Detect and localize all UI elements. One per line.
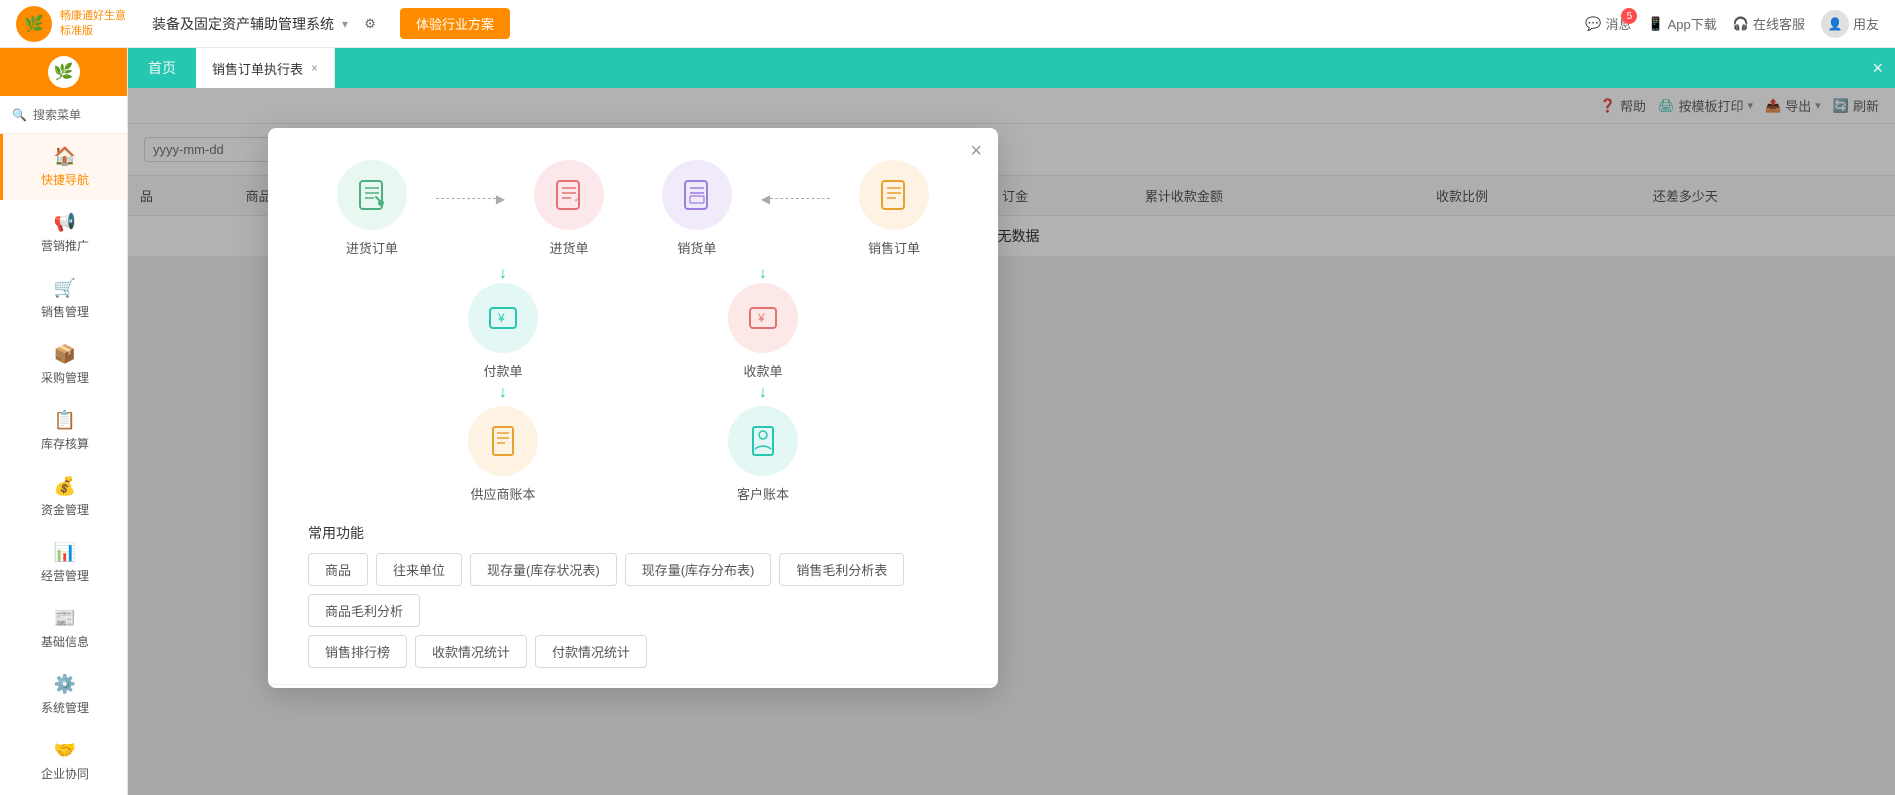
sidebar-item-purchase[interactable]: 📦 采购管理 [0,332,127,398]
inventory-icon: 📋 [54,410,76,431]
svg-text:¥: ¥ [757,311,765,325]
svg-text:✓: ✓ [574,195,581,204]
sidebar-nav: 🏠 快捷导航 📢 营销推广 🛒 销售管理 📦 采购管理 📋 库存核 [0,134,127,795]
tab-close-icon[interactable]: × [311,61,318,75]
btn-inventory-status[interactable]: 现存量(库存状况表) [470,553,617,586]
message-action[interactable]: 💬 消息 5 [1585,14,1631,33]
common-functions-title: 常用功能 [308,523,958,543]
customer-ledger-label: 客户账本 [737,484,789,503]
sidebar-item-inventory[interactable]: 📋 库存核算 [0,398,127,464]
marketing-icon: 📢 [54,212,76,233]
purchase-icon: 📦 [54,344,76,365]
btn-sales-profit-analysis[interactable]: 销售毛利分析表 [779,553,904,586]
sidebar-item-quick-nav[interactable]: 🏠 快捷导航 [0,134,127,200]
user-action[interactable]: 👤 用友 [1821,10,1879,38]
common-buttons-row2: 销售排行榜 收款情况统计 付款情况统计 [308,635,958,668]
system-name: 装备及固定资产辅助管理系统 [152,14,334,34]
app-download-action[interactable]: 📱 App下载 [1647,14,1716,33]
common-buttons-row1: 商品 往来单位 现存量(库存状况表) 现存量(库存分布表) 销售毛利分析表 商品… [308,553,958,627]
btn-product[interactable]: 商品 [308,553,368,586]
flow-row-1: 进货订单 ▶ ✓ [308,160,958,257]
purchase-bill-circle: ✓ [534,160,604,230]
finance-icon: 💰 [54,476,76,497]
service-icon: 🎧 [1733,16,1749,32]
sales-order-circle [859,160,929,230]
sidebar-item-sales[interactable]: 🛒 销售管理 [0,266,127,332]
tab-sales-order[interactable]: 销售订单执行表 × [196,48,335,88]
window-close-button[interactable]: × [1872,58,1883,79]
collab-icon: 🤝 [54,740,76,761]
btn-inventory-dist[interactable]: 现存量(库存分布表) [625,553,772,586]
system-icon: ⚙️ [54,674,76,695]
tab-home[interactable]: 首页 [128,48,196,88]
sidebar-header: 🌿 [0,48,127,96]
btn-partner[interactable]: 往来单位 [376,553,462,586]
sales-icon: 🛒 [54,278,76,299]
message-badge: 5 [1621,8,1637,24]
modal-close-button[interactable]: × [970,140,982,163]
customer-ledger-circle [728,406,798,476]
sidebar-item-system[interactable]: ⚙️ 系统管理 [0,662,127,728]
app-logo-text: 畅康通好生意 标准版 [60,9,126,38]
sidebar-item-finance[interactable]: 💰 资金管理 [0,464,127,530]
sales-bill-label: 销货单 [677,238,716,257]
receipt-bill-label: 收款单 [743,361,782,380]
experience-button[interactable]: 体验行业方案 [400,8,510,39]
purchase-order-label: 进货订单 [346,238,398,257]
common-functions-section: 常用功能 商品 往来单位 现存量(库存状况表) 现存量(库存分布表) 销售毛利分… [268,523,998,684]
sales-bill-circle [662,160,732,230]
supplier-ledger-circle [468,406,538,476]
btn-product-profit-analysis[interactable]: 商品毛利分析 [308,594,420,627]
online-service-action[interactable]: 🎧 在线客服 [1733,14,1805,33]
flow-node-purchase-bill[interactable]: ✓ 进货单 [505,160,633,257]
supplier-ledger-label: 供应商账本 [470,484,535,503]
payment-bill-circle: ¥ [468,283,538,353]
system-dropdown-icon[interactable]: ▾ [342,17,348,31]
sidebar-item-marketing[interactable]: 📢 营销推广 [0,200,127,266]
app-logo-icon: 🌿 [16,6,52,42]
btn-payment-stats[interactable]: 付款情况统计 [535,635,647,668]
search-icon: 🔍 [12,108,27,122]
payment-bill-label: 付款单 [483,361,522,380]
home-icon: 🏠 [54,146,76,167]
receipt-bill-circle: ¥ [728,283,798,353]
flow-node-sales-order[interactable]: 销售订单 [830,160,958,257]
flow-node-sales-bill[interactable]: 销货单 [633,160,761,257]
purchase-bill-label: 进货单 [550,238,589,257]
operations-icon: 📊 [54,542,76,563]
basic-info-icon: 📰 [54,608,76,629]
modal-scrollbar: ◀ ▶ [268,684,998,688]
download-icon: 📱 [1647,16,1663,32]
user-avatar: 👤 [1821,10,1849,38]
search-menu-item[interactable]: 🔍 搜索菜单 [0,96,127,134]
message-icon: 💬 [1585,16,1601,32]
btn-sales-ranking[interactable]: 销售排行榜 [308,635,407,668]
page-content: ❓ 帮助 🖨 按模板打印 ▾ 📤 导出 ▾ 🔄 [128,88,1895,795]
sidebar-item-basic-info[interactable]: 📰 基础信息 [0,596,127,662]
modal-box: × 进货订单 [268,128,998,688]
sidebar-item-collab[interactable]: 🤝 企业协同 [0,728,127,794]
flow-section: 进货订单 ▶ ✓ [268,128,998,523]
flow-node-purchase-order[interactable]: 进货订单 [308,160,436,257]
svg-text:¥: ¥ [497,311,505,325]
sidebar-item-operations[interactable]: 📊 经营管理 [0,530,127,596]
purchase-order-circle [337,160,407,230]
btn-receipt-stats[interactable]: 收款情况统计 [415,635,527,668]
modal-overlay: × 进货订单 [128,88,1895,795]
sales-order-label: 销售订单 [868,238,920,257]
tab-bar: 首页 销售订单执行表 × × [128,48,1895,88]
sidebar-logo-icon: 🌿 [48,56,80,88]
settings-icon[interactable]: ⚙ [356,10,384,38]
